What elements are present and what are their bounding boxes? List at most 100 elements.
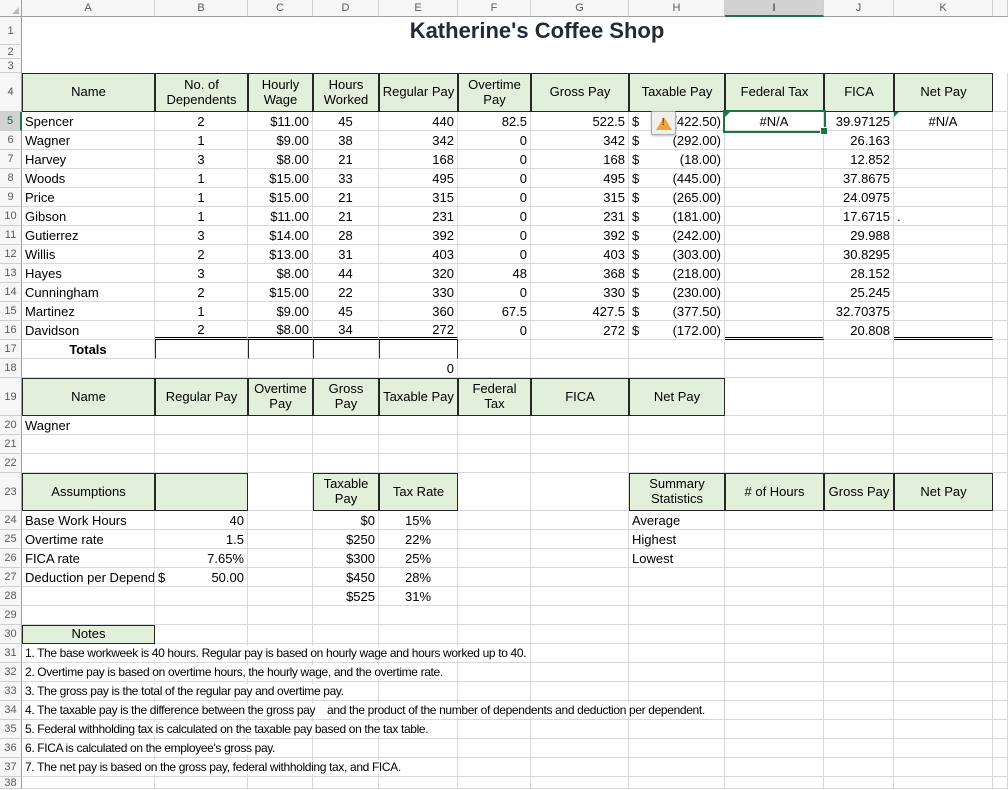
cell-J29[interactable] <box>824 606 894 625</box>
cell-J36[interactable] <box>824 739 894 758</box>
cell-_31[interactable] <box>993 644 1008 663</box>
cell-E7[interactable]: 168 <box>379 150 458 169</box>
cell-F10[interactable]: 0 <box>458 207 531 226</box>
cell-I14[interactable] <box>725 283 824 302</box>
row-header-8[interactable]: 8 <box>0 169 22 188</box>
cell-G22[interactable] <box>531 454 629 473</box>
cell-I9[interactable] <box>725 188 824 207</box>
cell-J26[interactable] <box>824 549 894 568</box>
cell-H25[interactable]: Highest <box>629 530 725 549</box>
cell-D24[interactable]: $0 <box>313 511 379 530</box>
cell-_8[interactable] <box>993 169 1008 188</box>
row-header-31[interactable]: 31 <box>0 644 22 663</box>
cell-F24[interactable] <box>458 511 531 530</box>
cell-G24[interactable] <box>531 511 629 530</box>
cell-K10[interactable]: . <box>894 207 993 226</box>
cell-K21[interactable] <box>894 435 993 454</box>
cell-E4[interactable]: Regular Pay <box>379 73 458 112</box>
cell-H11[interactable]: $ (242.00) <box>629 226 725 245</box>
cell-K18[interactable] <box>894 359 993 378</box>
cell-K22[interactable] <box>894 454 993 473</box>
cell-D14[interactable]: 22 <box>313 283 379 302</box>
cell-A33[interactable]: 3. The gross pay is the total of the reg… <box>22 682 347 701</box>
column-header-E[interactable]: E <box>379 0 458 17</box>
cell-D5[interactable]: 45 <box>313 112 379 131</box>
cell-J34[interactable] <box>824 701 894 720</box>
cell-I7[interactable] <box>725 150 824 169</box>
cell-E21[interactable] <box>379 435 458 454</box>
cell-H16[interactable]: $ (172.00) <box>629 321 725 340</box>
cell-I34[interactable] <box>725 701 824 720</box>
cell-_36[interactable] <box>993 739 1008 758</box>
cell-K16[interactable] <box>894 321 993 340</box>
cell-G26[interactable] <box>531 549 629 568</box>
cell-K15[interactable] <box>894 302 993 321</box>
cell-J22[interactable] <box>824 454 894 473</box>
cell-I30[interactable] <box>725 625 824 644</box>
cell-F18[interactable] <box>458 359 531 378</box>
cell-H28[interactable] <box>629 587 725 606</box>
error-warning-button[interactable] <box>651 111 676 135</box>
row-header-38[interactable]: 38 <box>0 777 22 789</box>
cell-J11[interactable]: 29.988 <box>824 226 894 245</box>
cell-C29[interactable] <box>248 606 313 625</box>
cell-H7[interactable]: $ (18.00) <box>629 150 725 169</box>
cell-F12[interactable]: 0 <box>458 245 531 264</box>
cell-D8[interactable]: 33 <box>313 169 379 188</box>
cell-E30[interactable] <box>379 625 458 644</box>
cell-A30[interactable]: Notes <box>22 625 155 644</box>
cell-A29[interactable] <box>22 606 155 625</box>
row-header-23[interactable]: 23 <box>0 473 22 511</box>
row-header-29[interactable]: 29 <box>0 606 22 625</box>
cell-J24[interactable] <box>824 511 894 530</box>
cell-E27[interactable]: 28% <box>379 568 458 587</box>
cell-C15[interactable]: $9.00 <box>248 302 313 321</box>
cell-C30[interactable] <box>248 625 313 644</box>
cell-I15[interactable] <box>725 302 824 321</box>
row-header-34[interactable]: 34 <box>0 701 22 720</box>
cell-G11[interactable]: 392 <box>531 226 629 245</box>
cell-F30[interactable] <box>458 625 531 644</box>
cell-J23[interactable]: Gross Pay <box>824 473 894 511</box>
cell-F28[interactable] <box>458 587 531 606</box>
cell-J5[interactable]: 39.97125 <box>824 112 894 131</box>
row-header-1[interactable]: 1 <box>0 17 22 45</box>
cell-C8[interactable]: $15.00 <box>248 169 313 188</box>
cell-A28[interactable] <box>22 587 155 606</box>
cell-F19[interactable]: Federal Tax <box>458 378 531 416</box>
cell-D20[interactable] <box>313 416 379 435</box>
cell-F7[interactable]: 0 <box>458 150 531 169</box>
cell-A35[interactable]: 5. Federal withholding tax is calculated… <box>22 720 432 739</box>
cell-I28[interactable] <box>725 587 824 606</box>
cell-H8[interactable]: $ (445.00) <box>629 169 725 188</box>
cell-G8[interactable]: 495 <box>531 169 629 188</box>
cell-D6[interactable]: 38 <box>313 131 379 150</box>
cell-G15[interactable]: 427.5 <box>531 302 629 321</box>
cell-I10[interactable] <box>725 207 824 226</box>
cell-D15[interactable]: 45 <box>313 302 379 321</box>
cell-A23[interactable]: Assumptions <box>22 473 155 511</box>
cell-D28[interactable]: $525 <box>313 587 379 606</box>
cell-I13[interactable] <box>725 264 824 283</box>
cell-H23[interactable]: Summary Statistics <box>629 473 725 511</box>
cell-H19[interactable]: Net Pay <box>629 378 725 416</box>
cell-G3[interactable] <box>531 59 629 73</box>
cell-A16[interactable]: Davidson <box>22 321 155 340</box>
cell-A27[interactable]: Deduction per Depend <box>22 568 155 587</box>
cell-A14[interactable]: Cunningham <box>22 283 155 302</box>
cell-B9[interactable]: 1 <box>155 188 248 207</box>
cell-I35[interactable] <box>725 720 824 739</box>
cell-F6[interactable]: 0 <box>458 131 531 150</box>
cell-F2[interactable] <box>458 45 531 59</box>
cell-K24[interactable] <box>894 511 993 530</box>
row-header-2[interactable]: 2 <box>0 45 22 59</box>
cell-A9[interactable]: Price <box>22 188 155 207</box>
cell-G32[interactable] <box>531 663 629 682</box>
cell-J7[interactable]: 12.852 <box>824 150 894 169</box>
cell-F33[interactable] <box>458 682 531 701</box>
cell-A6[interactable]: Wagner <box>22 131 155 150</box>
cell-K19[interactable] <box>894 378 993 416</box>
cell-I27[interactable] <box>725 568 824 587</box>
cell-F8[interactable]: 0 <box>458 169 531 188</box>
cell-H6[interactable]: $ (292.00) <box>629 131 725 150</box>
